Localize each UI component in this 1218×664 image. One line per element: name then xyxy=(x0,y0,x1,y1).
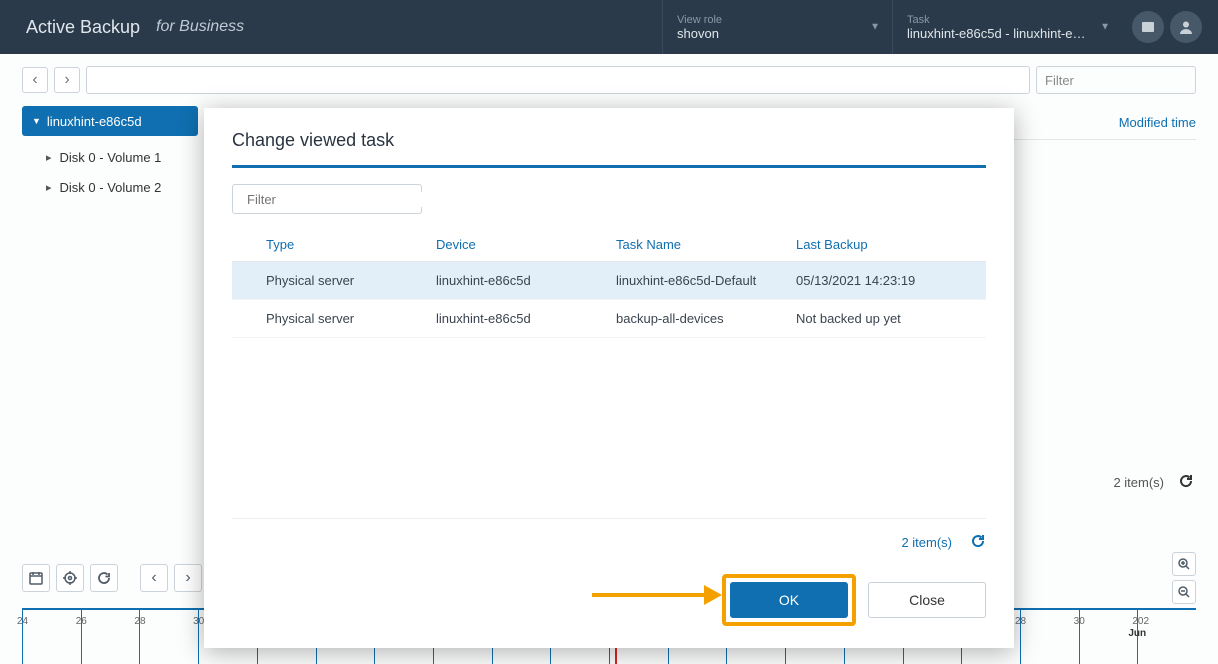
nav-back-button[interactable]: ‹ xyxy=(22,67,48,93)
col-type[interactable]: Type xyxy=(266,237,436,252)
ok-highlight: OK xyxy=(722,574,856,626)
view-role-label: View role xyxy=(677,14,878,26)
messages-icon[interactable] xyxy=(1132,11,1164,43)
col-last[interactable]: Last Backup xyxy=(796,237,986,252)
modal-item-count: 2 item(s) xyxy=(901,535,952,550)
ok-button[interactable]: OK xyxy=(730,582,848,618)
app-header: Active Backup for Business View role sho… xyxy=(0,0,1218,54)
change-task-modal: Change viewed task Type Device Task Name… xyxy=(204,108,1014,648)
modal-title: Change viewed task xyxy=(232,130,986,151)
path-input[interactable] xyxy=(86,66,1030,94)
modal-table: Type Device Task Name Last Backup Physic… xyxy=(232,228,986,338)
view-role-selector[interactable]: View role shovon ▼ xyxy=(662,0,892,54)
modal-filter[interactable] xyxy=(232,184,422,214)
toolbar: ‹ › Filter xyxy=(0,54,1218,106)
user-icon[interactable] xyxy=(1170,11,1202,43)
task-selector[interactable]: Task linuxhint-e86c5d - linuxhint-e86...… xyxy=(892,0,1122,54)
modal-refresh-icon[interactable] xyxy=(970,533,986,552)
chevron-down-icon: ▼ xyxy=(1100,22,1110,33)
modal-filter-input[interactable] xyxy=(247,192,423,207)
view-role-value: shovon xyxy=(677,26,878,41)
app-suffix: for Business xyxy=(156,18,244,36)
close-button[interactable]: Close xyxy=(868,582,986,618)
main-area: ‹ › Filter linuxhint-e86c5d Disk 0 - Vol… xyxy=(0,54,1218,664)
filter-input-main[interactable]: Filter xyxy=(1036,66,1196,94)
header-icons xyxy=(1132,11,1202,43)
modal-backdrop: Change viewed task Type Device Task Name… xyxy=(0,108,1218,664)
app-logo-area: Active Backup for Business xyxy=(16,17,662,38)
task-value: linuxhint-e86c5d - linuxhint-e86... xyxy=(907,26,1108,41)
table-row[interactable]: Physical serverlinuxhint-e86c5dbackup-al… xyxy=(232,300,986,338)
app-name: Active Backup xyxy=(26,17,140,38)
modal-actions: OK Close xyxy=(232,574,986,626)
annotation-arrow xyxy=(592,588,722,602)
chevron-down-icon: ▼ xyxy=(870,22,880,33)
col-device[interactable]: Device xyxy=(436,237,616,252)
col-task[interactable]: Task Name xyxy=(616,237,796,252)
table-row[interactable]: Physical serverlinuxhint-e86c5dlinuxhint… xyxy=(232,262,986,300)
modal-table-head: Type Device Task Name Last Backup xyxy=(232,228,986,262)
header-selectors: View role shovon ▼ Task linuxhint-e86c5d… xyxy=(662,0,1122,54)
modal-footer-info: 2 item(s) xyxy=(232,518,986,552)
nav-forward-button[interactable]: › xyxy=(54,67,80,93)
modal-divider xyxy=(232,165,986,168)
task-label: Task xyxy=(907,14,1108,26)
